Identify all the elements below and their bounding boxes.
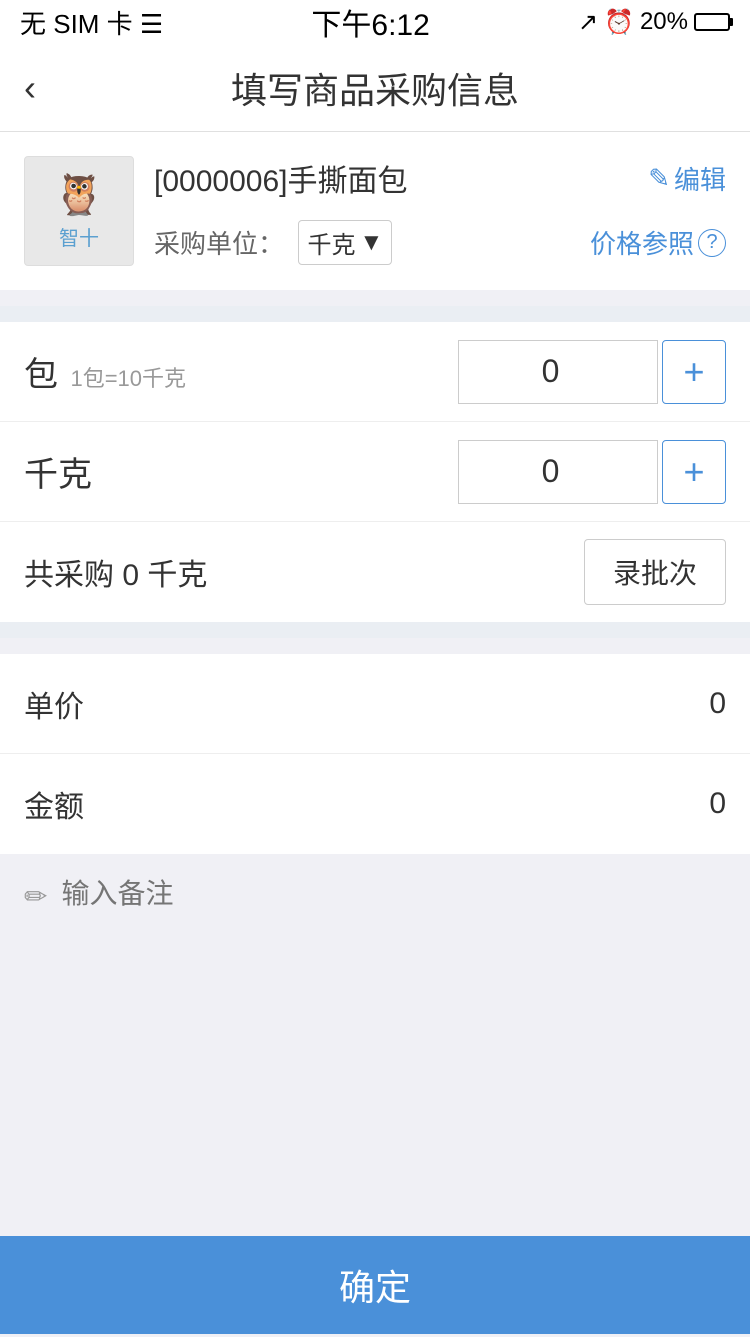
kilogram-row: 千克 + (0, 422, 750, 522)
alarm-icon: ⏰ (604, 8, 634, 37)
edit-button[interactable]: ✎ 编辑 (648, 160, 726, 197)
product-unit-row: 采购单位： 千克 ▼ 价格参照 ? (154, 220, 726, 265)
section-divider-2 (0, 622, 750, 638)
back-button[interactable]: ‹ (24, 67, 36, 109)
package-input-control: + (458, 340, 726, 404)
input-section: 包 1包=10千克 + 千克 + (0, 322, 750, 522)
unit-label: 采购单位： (154, 229, 284, 259)
battery-percent: 20% (640, 8, 688, 36)
amount-row: 金额 0 (0, 754, 750, 854)
unit-dropdown[interactable]: 千克 ▼ (298, 220, 392, 265)
kilogram-label: 千克 (24, 456, 92, 494)
price-ref-button[interactable]: 价格参照 ? (590, 224, 726, 261)
kilogram-input-control: + (458, 440, 726, 504)
status-left: 无 SIM 卡 ☰ (20, 4, 163, 41)
package-label: 包 (24, 356, 58, 394)
kilogram-input[interactable] (458, 440, 658, 504)
product-name-row: [0000006]手撕面包 ✎ 编辑 (154, 156, 726, 200)
edit-label: 编辑 (674, 160, 726, 197)
product-info: [0000006]手撕面包 ✎ 编辑 采购单位： 千克 ▼ 价格参照 ? (154, 156, 726, 265)
price-ref-label: 价格参照 (590, 224, 694, 261)
kilogram-plus-button[interactable]: + (662, 440, 726, 504)
amount-value: 0 (709, 787, 726, 821)
notes-input[interactable] (61, 878, 726, 910)
summary-text: 共采购 0 千克 (24, 550, 207, 594)
unit-price-label: 单价 (24, 682, 84, 726)
status-bar: 无 SIM 卡 ☰ 下午6:12 ↗ ⏰ 20% (0, 0, 750, 44)
package-sub-label: 1包=10千克 (70, 366, 186, 391)
notes-icon: ✏ (24, 880, 47, 913)
batch-button[interactable]: 录批次 (584, 539, 726, 605)
price-section: 单价 0 金额 0 (0, 654, 750, 854)
unit-price-row: 单价 0 (0, 654, 750, 754)
package-label-group: 包 1包=10千克 (24, 347, 458, 396)
amount-label: 金额 (24, 782, 84, 826)
battery-icon (694, 13, 730, 31)
edit-icon: ✎ (648, 163, 670, 194)
package-row: 包 1包=10千克 + (0, 322, 750, 422)
nav-bar: ‹ 填写商品采购信息 (0, 44, 750, 132)
price-ref-icon: ? (698, 229, 726, 257)
kilogram-label-group: 千克 (24, 447, 458, 496)
status-right: ↗ ⏰ 20% (578, 8, 730, 37)
product-logo-text: 智十 (59, 222, 99, 251)
package-input[interactable] (458, 340, 658, 404)
summary-row: 共采购 0 千克 录批次 (0, 522, 750, 622)
section-divider-1 (0, 306, 750, 322)
status-time: 下午6:12 (311, 0, 429, 44)
location-icon: ↗ (578, 8, 598, 37)
product-name: [0000006]手撕面包 (154, 156, 407, 200)
unit-price-value: 0 (709, 687, 726, 721)
page-title: 填写商品采购信息 (231, 62, 519, 114)
product-section: 🦉 智十 [0000006]手撕面包 ✎ 编辑 采购单位： 千克 ▼ 价格参照 … (0, 132, 750, 290)
dropdown-icon: ▼ (359, 229, 383, 257)
confirm-button[interactable]: 确定 (0, 1236, 750, 1334)
package-plus-button[interactable]: + (662, 340, 726, 404)
product-logo-icon: 🦉 (54, 171, 104, 218)
unit-value: 千克 (307, 225, 355, 260)
notes-section: ✏ (0, 854, 750, 937)
unit-label-group: 采购单位： 千克 ▼ (154, 220, 392, 265)
product-thumbnail: 🦉 智十 (24, 156, 134, 266)
